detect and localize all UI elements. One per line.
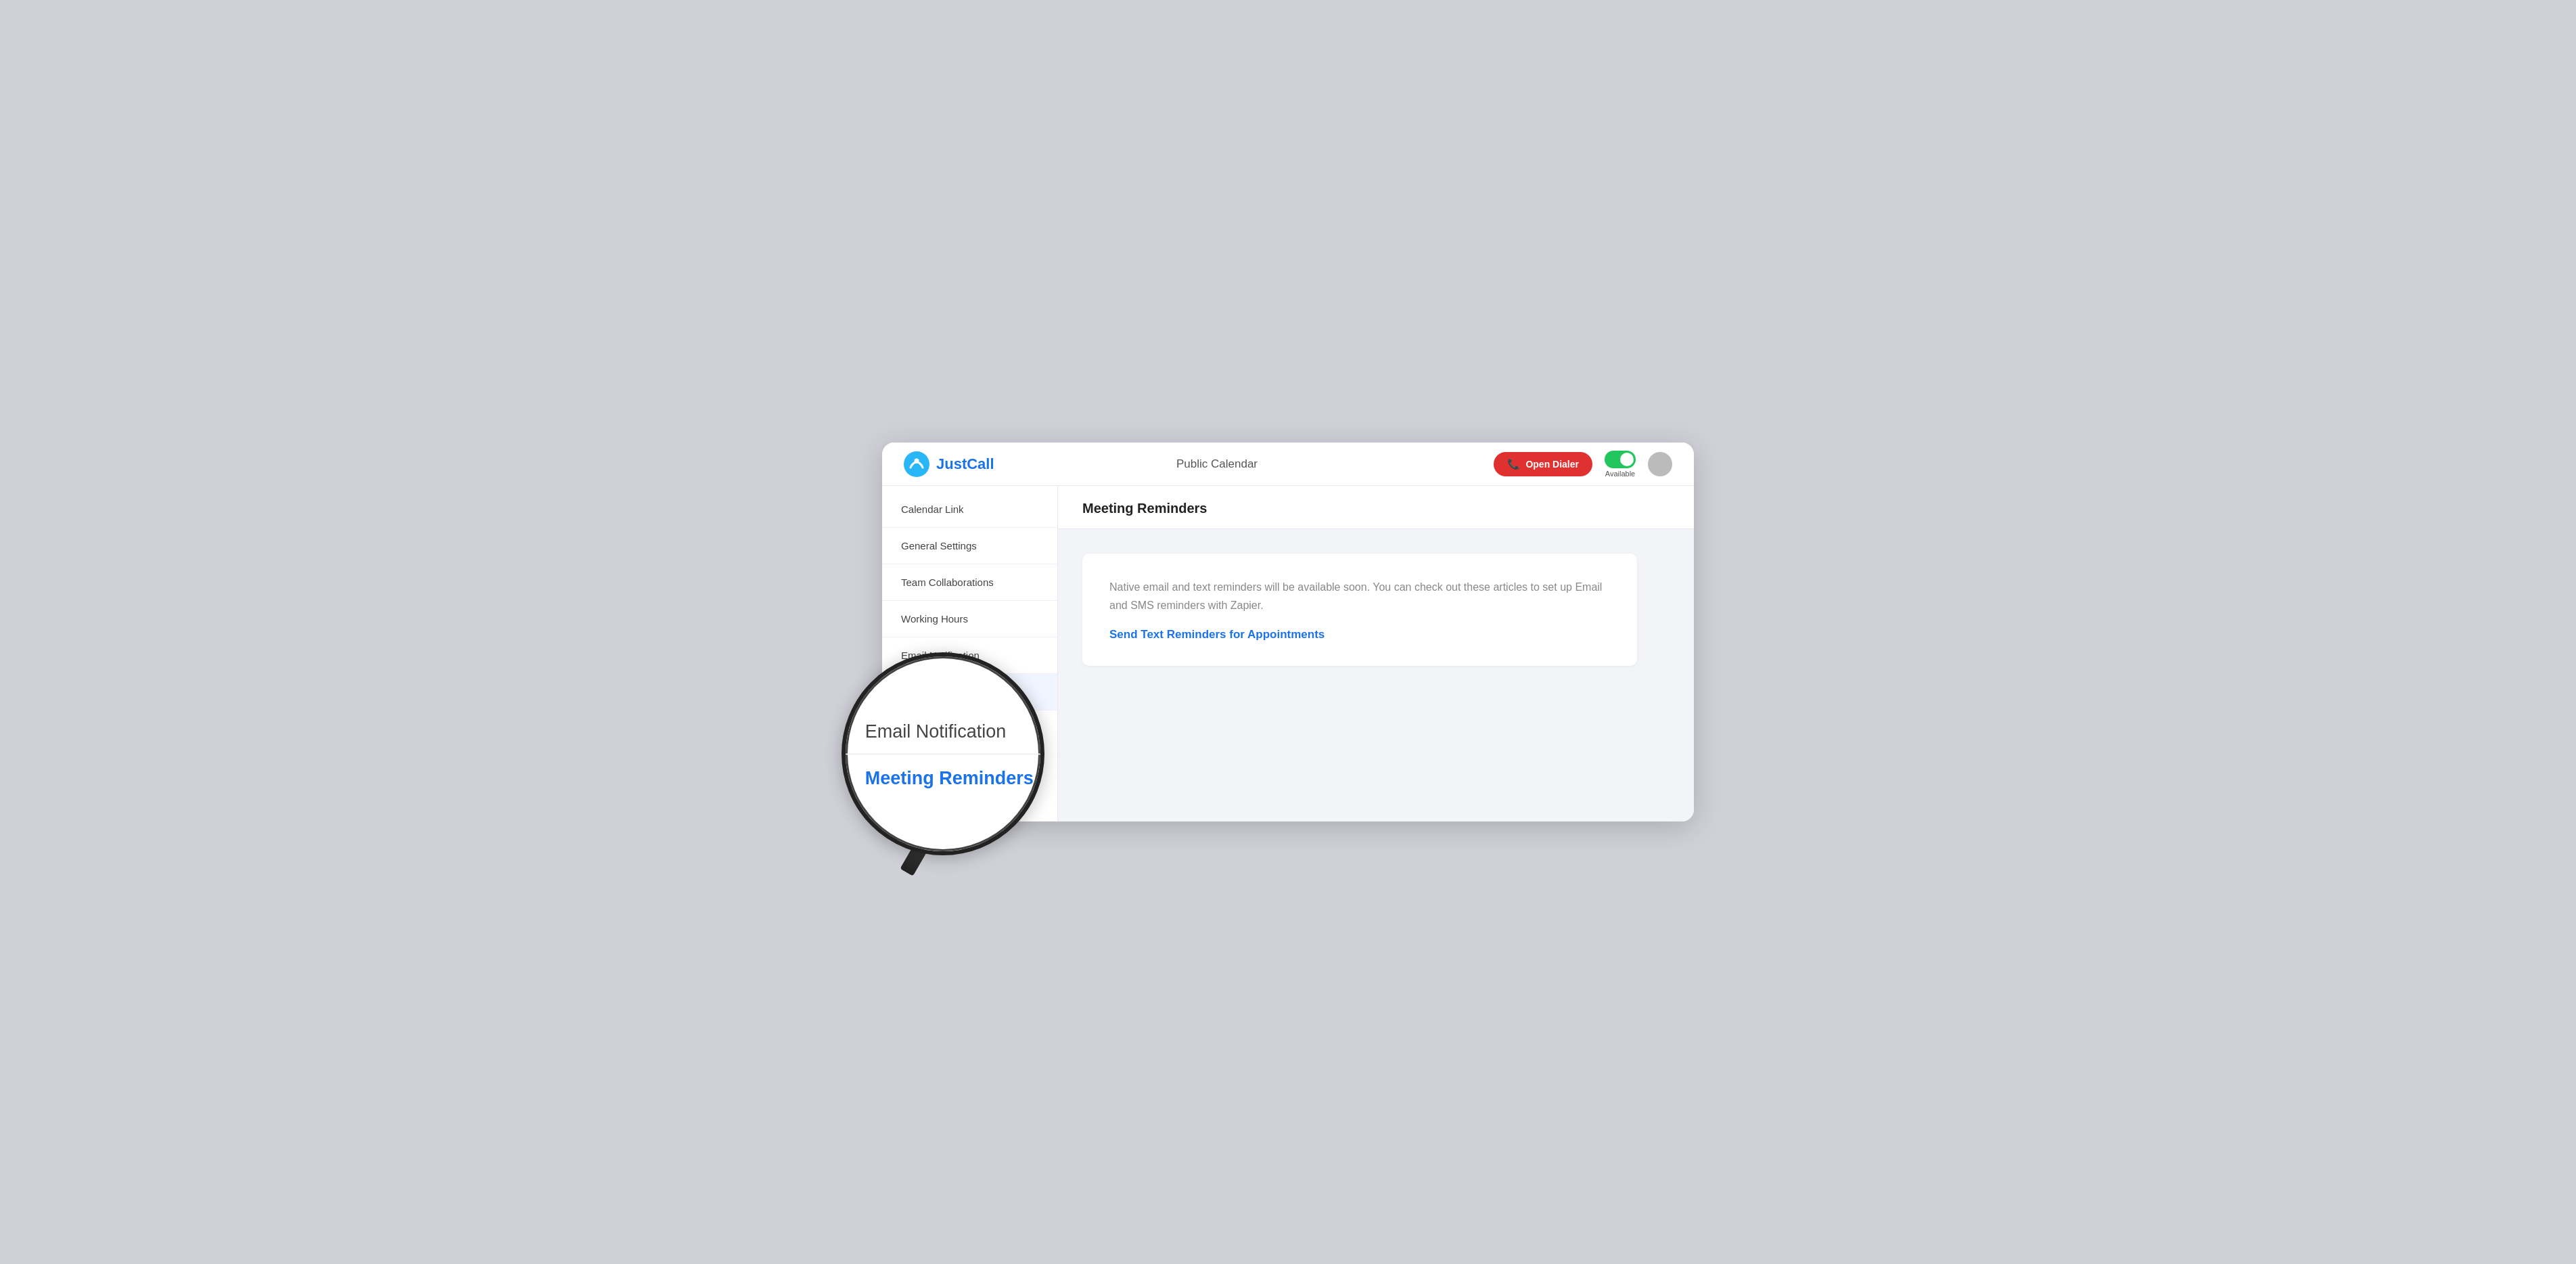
reminder-card: Native email and text reminders will be … bbox=[1082, 554, 1637, 666]
sidebar-item-meeting-reminders[interactable]: Meeting Reminders bbox=[882, 674, 1057, 710]
sidebar-item-team-collaborations[interactable]: Team Collaborations bbox=[882, 564, 1057, 601]
logo-text: JustCall bbox=[936, 455, 994, 473]
phone-icon: 📞 bbox=[1507, 458, 1520, 470]
availability-toggle-area: Available bbox=[1605, 451, 1636, 478]
sidebar-item-calendar-link[interactable]: Calendar Link bbox=[882, 491, 1057, 528]
svg-point-2 bbox=[1657, 459, 1663, 465]
main-layout: Calendar Link General Settings Team Coll… bbox=[882, 486, 1694, 821]
availability-toggle[interactable] bbox=[1605, 451, 1636, 468]
content-area: Meeting Reminders Native email and text … bbox=[1058, 486, 1694, 821]
page-title: Public Calendar bbox=[1021, 457, 1413, 471]
user-avatar[interactable] bbox=[1648, 452, 1672, 476]
svg-point-0 bbox=[904, 451, 929, 477]
top-navigation: JustCall Public Calendar 📞 Open Dialer A… bbox=[882, 443, 1694, 486]
svg-point-1 bbox=[915, 458, 919, 463]
content-section-title: Meeting Reminders bbox=[1082, 501, 1207, 516]
sidebar: Calendar Link General Settings Team Coll… bbox=[882, 486, 1058, 821]
nav-right: 📞 Open Dialer Available bbox=[1494, 451, 1672, 478]
open-dialer-button[interactable]: 📞 Open Dialer bbox=[1494, 452, 1592, 476]
justcall-logo-icon bbox=[904, 451, 929, 477]
sidebar-item-email-notification[interactable]: Email Notification bbox=[882, 637, 1057, 674]
reminder-link[interactable]: Send Text Reminders for Appointments bbox=[1109, 628, 1325, 641]
reminder-description: Native email and text reminders will be … bbox=[1109, 578, 1610, 614]
sidebar-item-working-hours[interactable]: Working Hours bbox=[882, 601, 1057, 637]
main-window: JustCall Public Calendar 📞 Open Dialer A… bbox=[882, 443, 1694, 821]
content-header: Meeting Reminders bbox=[1058, 486, 1694, 529]
sidebar-item-general-settings[interactable]: General Settings bbox=[882, 528, 1057, 564]
open-dialer-label: Open Dialer bbox=[1525, 459, 1579, 470]
availability-label: Available bbox=[1605, 470, 1635, 478]
content-body: Native email and text reminders will be … bbox=[1058, 529, 1694, 821]
logo-area: JustCall bbox=[904, 451, 994, 477]
